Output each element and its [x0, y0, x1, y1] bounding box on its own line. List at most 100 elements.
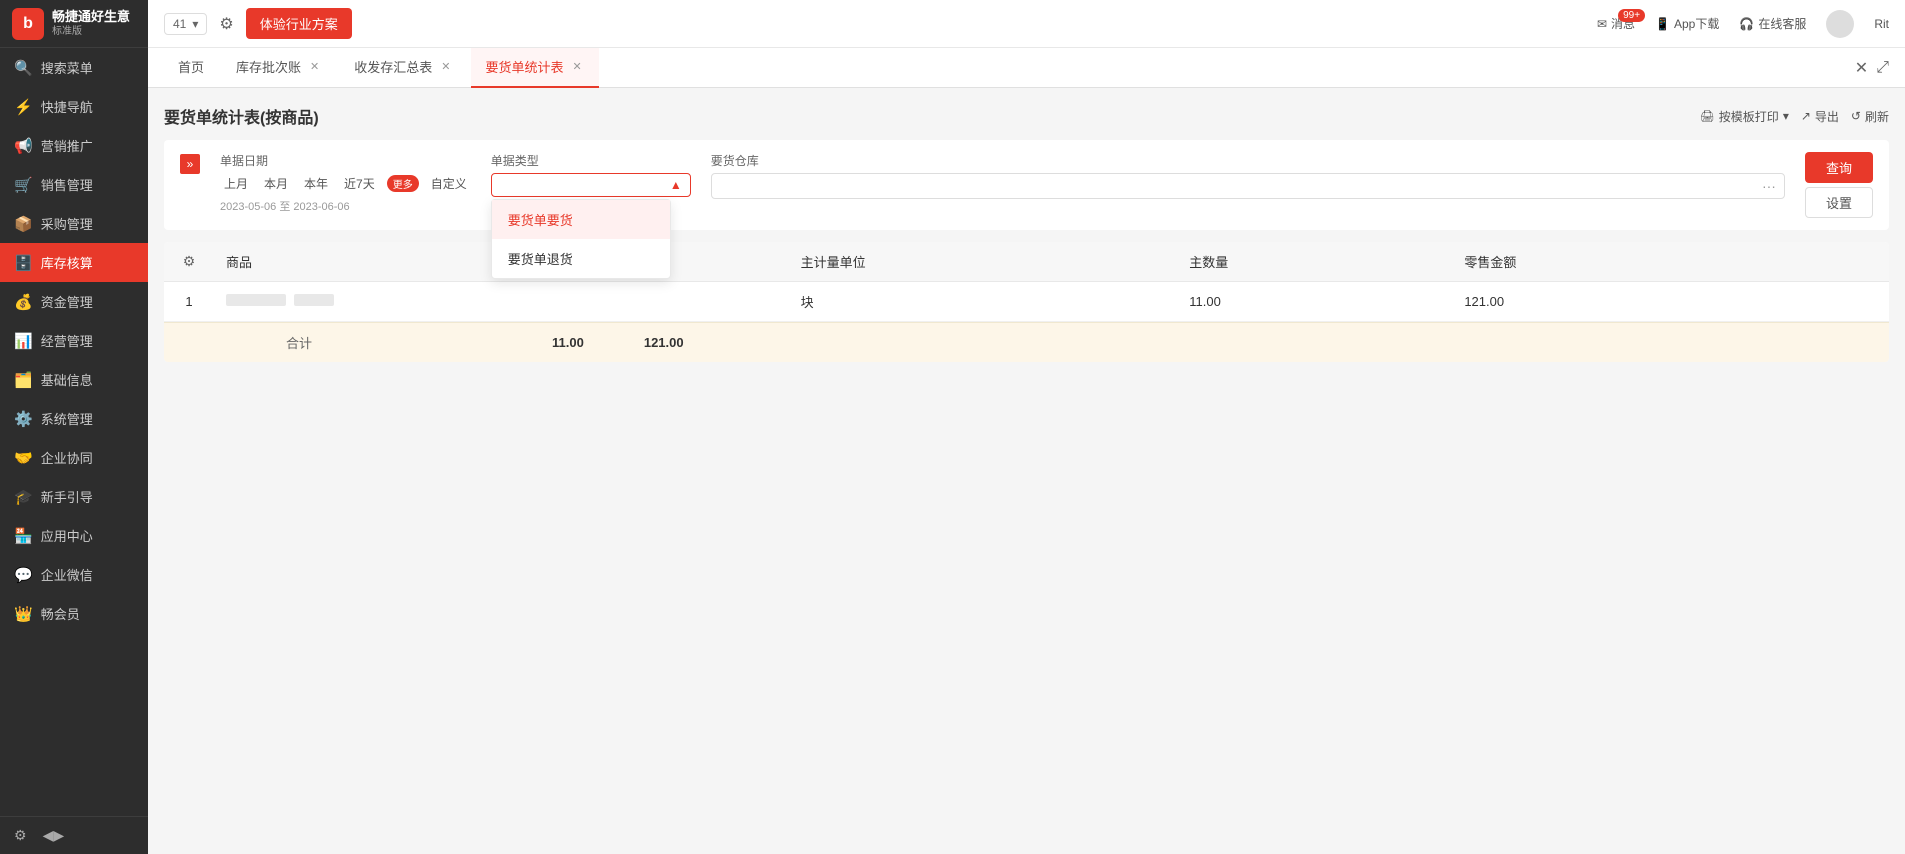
date-more-badge[interactable]: 更多: [387, 175, 419, 192]
chevron-up-icon: ▲: [670, 178, 682, 192]
sidebar-item-finance[interactable]: 💰 资金管理: [0, 282, 148, 321]
sidebar-item-system[interactable]: ⚙️ 系统管理: [0, 399, 148, 438]
app-download-btn[interactable]: 📱 App下载: [1655, 15, 1719, 32]
page-content: 要货单统计表(按商品) 🖨 按模板打印 ▾ ↗ 导出 ↺ 刷新: [148, 88, 1905, 854]
sidebar-item-search[interactable]: 🔍 搜索菜单: [0, 48, 148, 87]
tab-order-label: 要货单统计表: [485, 57, 563, 76]
message-badge: 99+: [1618, 9, 1645, 22]
filter-expand-button[interactable]: »: [180, 154, 200, 174]
org-selector-text: 41: [173, 17, 186, 31]
refresh-icon: ↺: [1851, 109, 1861, 123]
col-extra-header: [1784, 242, 1889, 282]
print-button[interactable]: 🖨 按模板打印 ▾: [1700, 108, 1789, 125]
sidebar-item-guide[interactable]: 🎓 新手引导: [0, 477, 148, 516]
sidebar-item-inventory[interactable]: 🗄️ 库存核算: [0, 243, 148, 282]
message-btn[interactable]: ✉ 消息 99+: [1597, 15, 1635, 32]
warehouse-filter-label: 要货仓库: [711, 152, 1785, 169]
system-nav-icon: ⚙️: [14, 410, 33, 428]
filter-settings-button[interactable]: 设置: [1805, 187, 1873, 218]
sidebar-item-basic[interactable]: 🗂️ 基础信息: [0, 360, 148, 399]
purchase-nav-icon: 📦: [14, 215, 33, 233]
sales-nav-icon: 🛒: [14, 176, 33, 194]
maximize-button[interactable]: ⤢: [1876, 58, 1889, 78]
query-button[interactable]: 查询: [1805, 152, 1873, 183]
date-prev-month-btn[interactable]: 上月: [220, 173, 252, 194]
cell-qty-0: 11.00: [1177, 282, 1452, 322]
topbar-left: 41 ▾ ⚙ 体验行业方案: [164, 8, 352, 39]
warehouse-filter-group: 要货仓库 ···: [711, 152, 1785, 199]
tab-inventory-close[interactable]: ✕: [307, 59, 322, 74]
online-service-label: 在线客服: [1758, 15, 1806, 32]
col-unit-header: 主计量单位: [789, 242, 1178, 282]
filter-panel-wrapper: » 单据日期 上月 本月 本年 近7天 更多 自定义 2023-05-06 至 …: [164, 140, 1889, 230]
close-all-tabs-button[interactable]: ✕: [1855, 58, 1868, 78]
sidebar-item-shortcut[interactable]: ⚡ 快捷导航: [0, 87, 148, 126]
basic-nav-icon: 🗂️: [14, 371, 33, 389]
page-title: 要货单统计表(按商品): [164, 104, 319, 128]
user-avatar[interactable]: [1826, 10, 1854, 38]
sidebar-item-purchase[interactable]: 📦 采购管理: [0, 204, 148, 243]
tab-collect-close[interactable]: ✕: [438, 59, 453, 74]
page-actions: 🖨 按模板打印 ▾ ↗ 导出 ↺ 刷新: [1700, 108, 1889, 125]
date-this-year-btn[interactable]: 本年: [300, 173, 332, 194]
chevron-print-icon: ▾: [1783, 109, 1789, 123]
search-nav-icon: 🔍: [14, 59, 33, 77]
cell-num-0: 1: [164, 282, 214, 322]
org-selector[interactable]: 41 ▾: [164, 13, 207, 35]
footer-amount: 121.00: [644, 335, 684, 350]
sidebar-item-member[interactable]: 👑 畅会员: [0, 594, 148, 633]
type-filter-selector[interactable]: ▲: [491, 173, 691, 197]
footer-label: 合计: [286, 333, 312, 352]
tab-order-close[interactable]: ✕: [570, 59, 585, 74]
tab-order[interactable]: 要货单统计表 ✕: [471, 48, 598, 88]
column-settings-button[interactable]: ⚙: [183, 253, 196, 270]
date-range-text: 2023-05-06 至 2023-06-06: [220, 198, 471, 214]
logo-text: 畅捷通好生意 标准版: [52, 9, 130, 39]
phone-icon: 📱: [1655, 17, 1670, 31]
industry-btn[interactable]: 体验行业方案: [246, 8, 352, 39]
footer-qty: 11.00: [552, 335, 584, 350]
marketing-nav-icon: 📢: [14, 137, 33, 155]
dropdown-item-return-goods[interactable]: 要货单退货: [492, 239, 670, 278]
sidebar-item-wechat[interactable]: 💬 企业微信: [0, 555, 148, 594]
tab-home-label: 首页: [178, 57, 204, 76]
online-service-btn[interactable]: 🎧 在线客服: [1739, 15, 1806, 32]
chevron-down-icon: ▾: [192, 17, 198, 31]
more-options-icon: ···: [1762, 178, 1776, 194]
appstore-nav-icon: 🏪: [14, 527, 33, 545]
refresh-button[interactable]: ↺ 刷新: [1851, 108, 1889, 125]
col-qty-header: 主数量: [1177, 242, 1452, 282]
warehouse-filter-input[interactable]: [720, 179, 1762, 193]
sidebar-logo: b 畅捷通好生意 标准版: [0, 0, 148, 48]
export-button[interactable]: ↗ 导出: [1801, 108, 1839, 125]
tab-collect[interactable]: 收发存汇总表✕: [340, 48, 467, 88]
logo-icon: b: [12, 8, 44, 40]
sidebar-item-sales[interactable]: 🛒 销售管理: [0, 165, 148, 204]
date-this-month-btn[interactable]: 本月: [260, 173, 292, 194]
date-custom-btn[interactable]: 自定义: [427, 173, 471, 194]
tab-home[interactable]: 首页: [164, 48, 218, 88]
table-container: ⚙ 商品 主计量单位 主数量 零售金额 1 块 11.00 121.00: [164, 242, 1889, 362]
collapse-footer-button[interactable]: ◀▶: [43, 827, 65, 844]
topbar-settings-button[interactable]: ⚙: [219, 14, 233, 34]
business-nav-icon: 📊: [14, 332, 33, 350]
table-footer: 合计 11.00 121.00: [164, 322, 1889, 362]
type-filter-label: 单据类型: [491, 152, 691, 169]
date-last-7days-btn[interactable]: 近7天: [340, 173, 379, 194]
settings-footer-button[interactable]: ⚙: [14, 827, 27, 844]
sidebar: b 畅捷通好生意 标准版 🔍 搜索菜单 ⚡ 快捷导航 📢 营销推广 🛒 销售管理…: [0, 0, 148, 854]
tab-inventory[interactable]: 库存批次账 ✕: [222, 48, 336, 88]
sidebar-item-collab[interactable]: 🤝 企业协同: [0, 438, 148, 477]
warehouse-filter-selector[interactable]: ···: [711, 173, 1785, 199]
tab-inventory-label: 库存批次账: [236, 57, 301, 76]
dropdown-item-require-goods[interactable]: 要货单要货: [492, 200, 670, 239]
filter-panel: » 单据日期 上月 本月 本年 近7天 更多 自定义 2023-05-06 至 …: [164, 140, 1889, 230]
headset-icon: 🎧: [1739, 17, 1754, 31]
type-dropdown: 要货单要货 要货单退货: [491, 199, 671, 279]
sidebar-item-business[interactable]: 📊 经营管理: [0, 321, 148, 360]
print-icon: 🖨: [1700, 109, 1715, 123]
sidebar-item-appstore[interactable]: 🏪 应用中心: [0, 516, 148, 555]
col-amount-header: 零售金额: [1452, 242, 1784, 282]
type-filter-input[interactable]: [500, 178, 670, 192]
sidebar-item-marketing[interactable]: 📢 营销推广: [0, 126, 148, 165]
